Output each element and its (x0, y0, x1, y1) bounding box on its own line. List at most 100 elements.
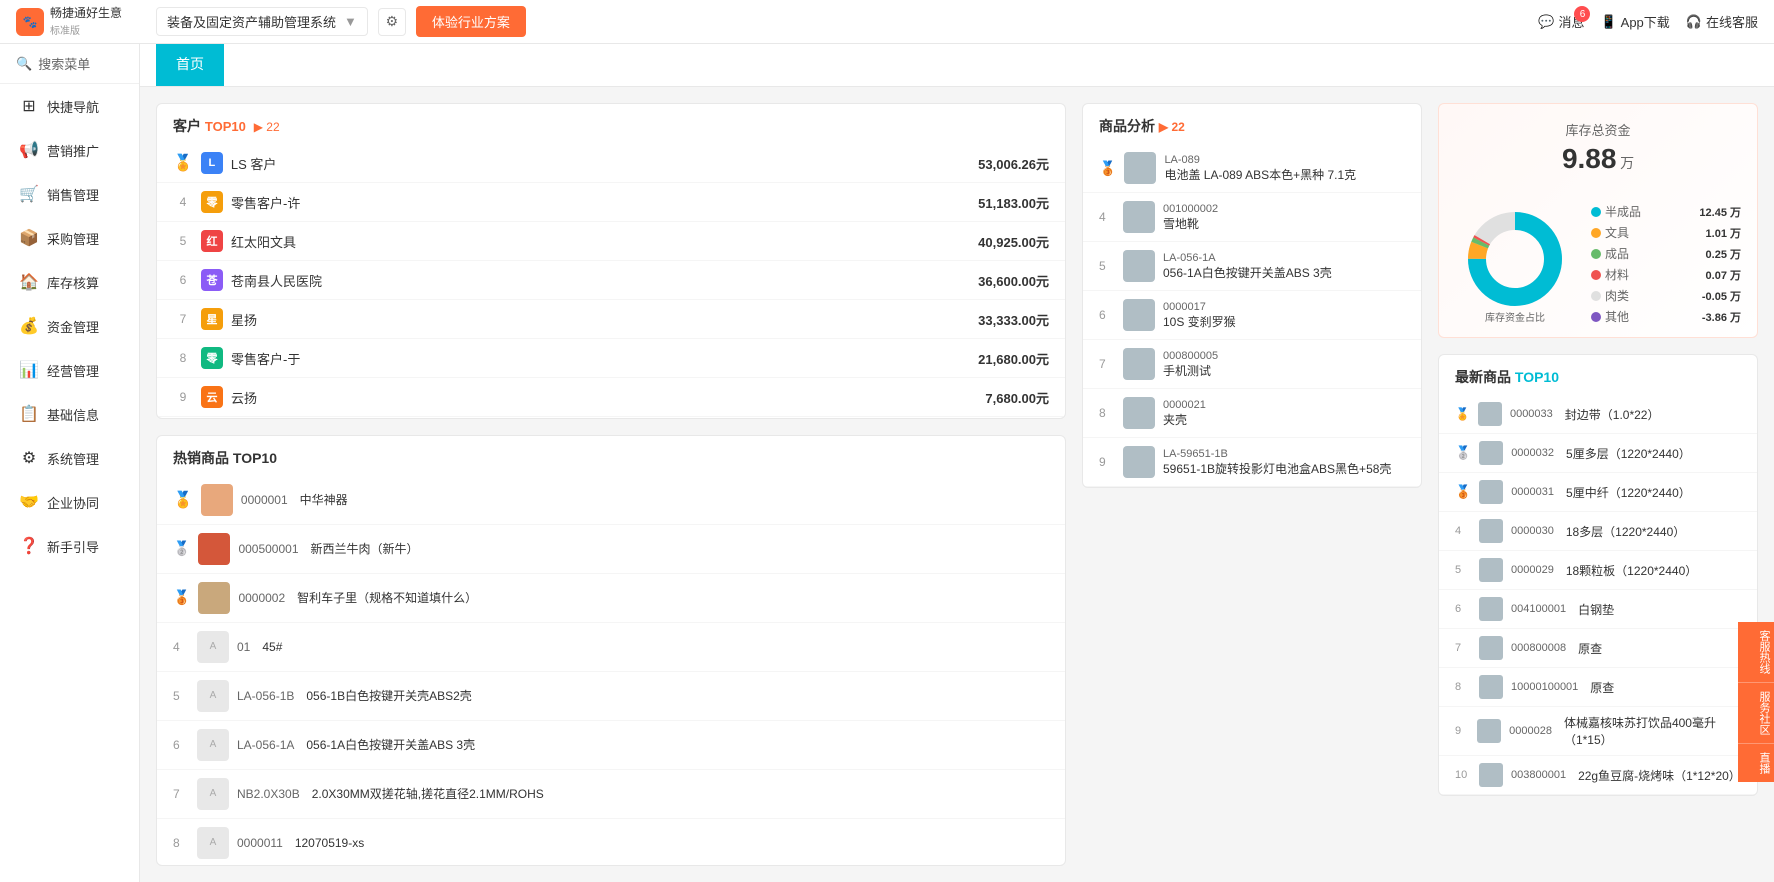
product-thumbnail (1479, 441, 1503, 465)
right-column: 库存总资金 9.88 万 (1438, 103, 1758, 866)
new-products-list: 🏅 0000033 封边带（1.0*22） 🥈 0000032 5厘多层（122… (1439, 395, 1757, 795)
inventory-total: 库存总资金 9.88 万 (1439, 104, 1757, 191)
table-row: 🏅 L LS 客户 53,006.26元 (157, 144, 1065, 183)
medal-icon: 🥉 (1455, 484, 1471, 500)
sidebar-item-finance[interactable]: 💰 资金管理 (0, 304, 139, 348)
sidebar-item-inventory[interactable]: 🏠 库存核算 (0, 260, 139, 304)
message-icon: 💬 (1538, 14, 1554, 30)
app-download-button[interactable]: 📱 App下载 (1600, 12, 1669, 31)
product-thumbnail (1123, 250, 1155, 282)
list-item: 8 10000100001 原查 (1439, 668, 1757, 707)
list-item: 4 A 01 45# (157, 623, 1065, 672)
legend-item: 肉类 -0.05 万 (1591, 285, 1741, 306)
list-item: 9 LA-59651-1B 59651-1B旋转投影灯电池盒ABS黑色+58壳 (1083, 438, 1421, 487)
product-thumbnail (1479, 558, 1503, 582)
top-right-actions: 💬 消息 6 📱 App下载 🎧 在线客服 (1538, 12, 1758, 31)
hot-products-card: 热销商品 TOP10 🏅 0000001 中华神器 🥈 (156, 435, 1066, 866)
finance-icon: 💰 (19, 316, 39, 336)
product-thumbnail: A (197, 631, 229, 663)
legend-dot (1591, 207, 1601, 217)
mobile-icon: 📱 (1600, 14, 1616, 30)
donut-chart: 库存资金占比 (1455, 204, 1575, 324)
legend-dot (1591, 312, 1601, 322)
float-live-button[interactable]: 直播 (1738, 744, 1774, 782)
logo-icon: 🐾 (16, 8, 44, 36)
sidebar-item-purchase[interactable]: 📦 采购管理 (0, 216, 139, 260)
trial-button[interactable]: 体验行业方案 (416, 6, 526, 37)
legend-item: 文具 1.01 万 (1591, 222, 1741, 243)
product-thumbnail (1479, 763, 1503, 787)
product-thumbnail (1477, 719, 1501, 743)
product-thumbnail (1123, 397, 1155, 429)
product-thumbnail: A (197, 680, 229, 712)
product-thumbnail (1479, 480, 1503, 504)
inventory-chart-container: 库存资金占比 半成品 12.45 万 (1439, 191, 1757, 337)
float-service-button[interactable]: 客服热线 (1738, 622, 1774, 683)
operation-icon: 📊 (19, 360, 39, 380)
service-button[interactable]: 🎧 在线客服 (1686, 12, 1758, 31)
sales-icon: 🛒 (19, 184, 39, 204)
quick-nav-icon: ⊞ (19, 96, 39, 116)
legend-dot (1591, 270, 1601, 280)
sidebar-item-sales[interactable]: 🛒 销售管理 (0, 172, 139, 216)
left-column: 客户 TOP10 ▶ 22 🏅 L LS 客户 53,006.26元 (156, 103, 1066, 866)
list-item: 6 A LA-056-1A 056-1A白色按键开关盖ABS 3壳 (157, 721, 1065, 770)
product-thumbnail (1479, 636, 1503, 660)
list-item: 4 0000030 18多层（1220*2440） (1439, 512, 1757, 551)
list-item: 5 0000029 18颗粒板（1220*2440） (1439, 551, 1757, 590)
customer-badge: 云 (201, 386, 223, 408)
legend-dot (1591, 291, 1601, 301)
sidebar-item-basic[interactable]: 📋 基础信息 (0, 392, 139, 436)
sidebar-item-system[interactable]: ⚙ 系统管理 (0, 436, 139, 480)
medal-icon: 🥈 (1455, 445, 1471, 461)
list-item: 🏅 0000001 中华神器 (157, 476, 1065, 525)
list-item: 7 000800008 原查 (1439, 629, 1757, 668)
search-menu-button[interactable]: 🔍 搜索菜单 (0, 44, 139, 84)
sidebar-item-newbie[interactable]: ❓ 新手引导 (0, 524, 139, 568)
list-item: 7 000800005 手机测试 (1083, 340, 1421, 389)
cooperation-icon: 🤝 (19, 492, 39, 512)
customer-badge: 星 (201, 308, 223, 330)
customer-rank-list: 🏅 L LS 客户 53,006.26元 4 零 零售客户-许 51,183.0… (157, 144, 1065, 419)
logo-text: 畅捷通好生意 (50, 6, 122, 22)
chevron-down-icon: ▼ (344, 14, 357, 29)
tab-home[interactable]: 首页 (156, 44, 224, 86)
basic-icon: 📋 (19, 404, 39, 424)
message-button[interactable]: 💬 消息 6 (1538, 12, 1584, 31)
sidebar-item-cooperation[interactable]: 🤝 企业协同 (0, 480, 139, 524)
sidebar-item-operation[interactable]: 📊 经营管理 (0, 348, 139, 392)
medal-bronze-icon2: 🥉 (1099, 160, 1116, 177)
system-selector[interactable]: 装备及固定资产辅助管理系统 ▼ (156, 7, 368, 36)
list-item: 6 004100001 白钢垫 (1439, 590, 1757, 629)
product-thumbnail (1123, 201, 1155, 233)
list-item: 🥉 0000031 5厘中纤（1220*2440） (1439, 473, 1757, 512)
legend-dot (1591, 228, 1601, 238)
settings-icon[interactable]: ⚙ (378, 8, 406, 36)
hot-products-title: 热销商品 TOP10 (157, 436, 1065, 476)
medal-icon: 🏅 (1455, 407, 1470, 421)
logo-sub: 标准版 (50, 22, 122, 37)
marketing-icon: 📢 (19, 140, 39, 160)
nav-tabs: 首页 (140, 44, 1774, 87)
sales-ranking-card: 商品分析 ▶ 22 🥉 LA-089 电池盖 LA-089 ABS本色+黑种 7… (1082, 103, 1422, 488)
list-item: 🥈 000500001 新西兰牛肉（新牛） (157, 525, 1065, 574)
float-community-button[interactable]: 服务社区 (1738, 683, 1774, 744)
headset-icon: 🎧 (1686, 14, 1702, 30)
medal-gold-icon: 🏅 (173, 490, 193, 510)
product-thumbnail (1478, 402, 1502, 426)
sidebar-item-quick-nav[interactable]: ⊞ 快捷导航 (0, 84, 139, 128)
customer-ranking-card: 客户 TOP10 ▶ 22 🏅 L LS 客户 53,006.26元 (156, 103, 1066, 419)
content-area: 首页 客户 TOP10 ▶ 22 🏅 L (140, 44, 1774, 882)
system-icon: ⚙ (19, 448, 39, 468)
medal-silver-icon: 🥈 (173, 540, 190, 557)
logo-area: 🐾 畅捷通好生意 标准版 (16, 6, 156, 37)
float-buttons: 客服热线 服务社区 直播 (1738, 622, 1774, 782)
product-thumbnail (1123, 299, 1155, 331)
table-row: 5 红 红太阳文具 40,925.00元 (157, 222, 1065, 261)
list-item: 5 LA-056-1A 056-1A白色按键开关盖ABS 3壳 (1083, 242, 1421, 291)
chart-label: 库存资金占比 (1485, 309, 1545, 324)
product-thumbnail (1479, 519, 1503, 543)
customer-badge: L (201, 152, 223, 174)
product-thumbnail (198, 582, 230, 614)
sidebar-item-marketing[interactable]: 📢 营销推广 (0, 128, 139, 172)
